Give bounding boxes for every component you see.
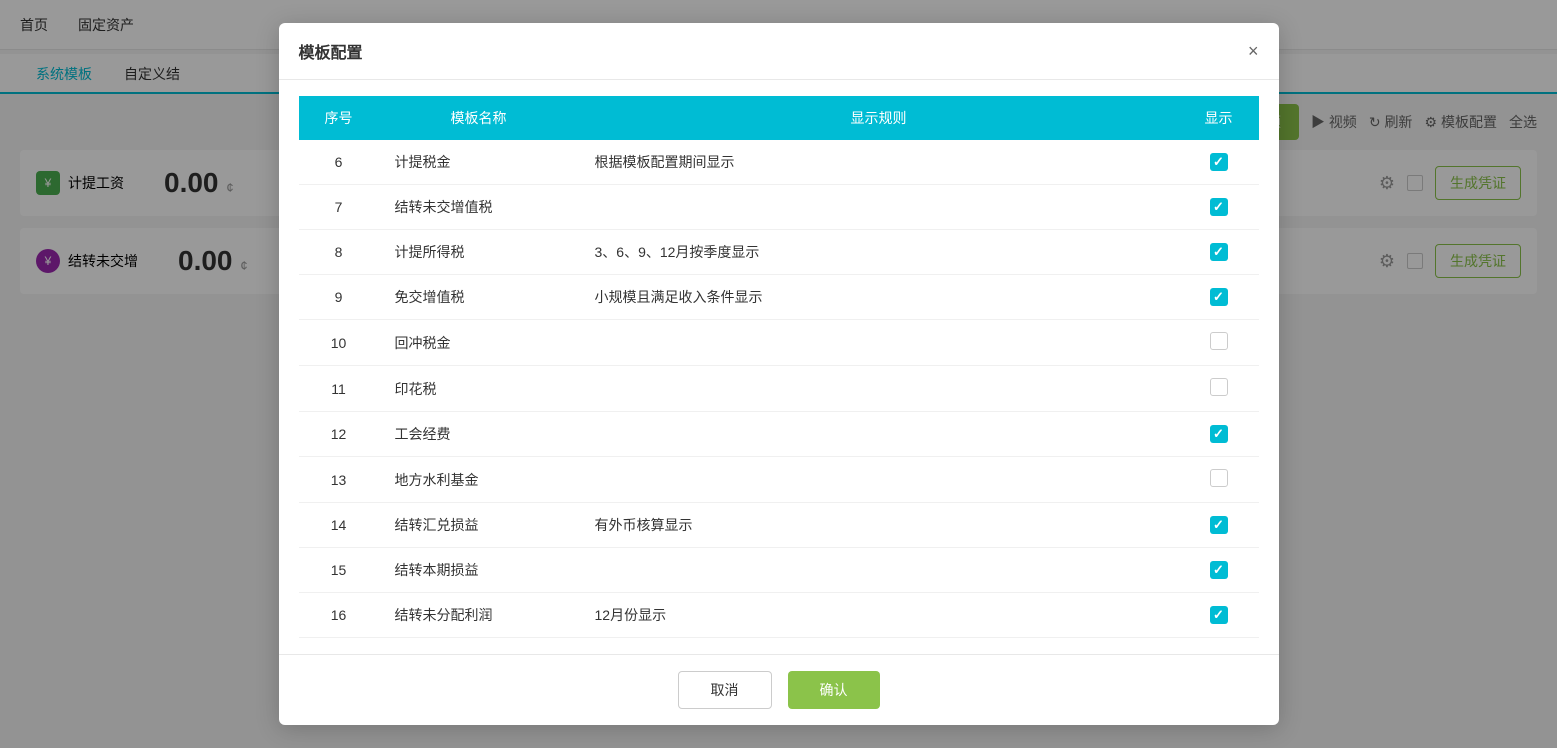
cell-name-3: 免交增值税	[379, 275, 579, 320]
checkbox-4[interactable]	[1210, 332, 1228, 350]
checkbox-6[interactable]	[1210, 425, 1228, 443]
table-row: 12工会经费	[299, 412, 1259, 457]
cell-rule-1	[579, 185, 1179, 230]
col-header-show: 显示	[1179, 96, 1259, 140]
table-row: 7结转未交增值税	[299, 185, 1259, 230]
cell-name-6: 工会经费	[379, 412, 579, 457]
table-row: 9免交增值税小规模且满足收入条件显示	[299, 275, 1259, 320]
table-row: 16结转未分配利润12月份显示	[299, 593, 1259, 638]
checkbox-10[interactable]	[1210, 606, 1228, 624]
table-row: 13地方水利基金	[299, 457, 1259, 503]
cancel-button[interactable]: 取消	[678, 671, 772, 709]
confirm-button[interactable]: 确认	[788, 671, 880, 709]
cell-check-7	[1179, 457, 1259, 503]
cell-rule-0: 根据模板配置期间显示	[579, 140, 1179, 185]
col-header-rule: 显示规则	[579, 96, 1179, 140]
cell-rule-5	[579, 366, 1179, 412]
cell-seq-1: 7	[299, 185, 379, 230]
cell-rule-2: 3、6、9、12月按季度显示	[579, 230, 1179, 275]
cell-seq-4: 10	[299, 320, 379, 366]
cell-name-5: 印花税	[379, 366, 579, 412]
cell-seq-10: 16	[299, 593, 379, 638]
col-header-name: 模板名称	[379, 96, 579, 140]
table-row: 11印花税	[299, 366, 1259, 412]
checkbox-2[interactable]	[1210, 243, 1228, 261]
cell-rule-6	[579, 412, 1179, 457]
cell-check-10	[1179, 593, 1259, 638]
cell-check-6	[1179, 412, 1259, 457]
cell-seq-0: 6	[299, 140, 379, 185]
table-row: 8计提所得税3、6、9、12月按季度显示	[299, 230, 1259, 275]
checkbox-3[interactable]	[1210, 288, 1228, 306]
cell-seq-3: 9	[299, 275, 379, 320]
modal-overlay: 模板配置 × 序号 模板名称 显示规则 显示 6计提税金根据模板配置期间显示7结…	[0, 0, 1557, 748]
config-table: 序号 模板名称 显示规则 显示 6计提税金根据模板配置期间显示7结转未交增值税8…	[299, 96, 1259, 638]
cell-rule-4	[579, 320, 1179, 366]
modal-header: 模板配置 ×	[279, 23, 1279, 80]
cell-check-8	[1179, 503, 1259, 548]
cell-rule-7	[579, 457, 1179, 503]
checkbox-7[interactable]	[1210, 469, 1228, 487]
cell-rule-10: 12月份显示	[579, 593, 1179, 638]
cell-rule-9	[579, 548, 1179, 593]
cell-check-3	[1179, 275, 1259, 320]
cell-name-2: 计提所得税	[379, 230, 579, 275]
cell-seq-9: 15	[299, 548, 379, 593]
col-header-seq: 序号	[299, 96, 379, 140]
cell-name-10: 结转未分配利润	[379, 593, 579, 638]
cell-name-0: 计提税金	[379, 140, 579, 185]
cell-seq-7: 13	[299, 457, 379, 503]
cell-rule-3: 小规模且满足收入条件显示	[579, 275, 1179, 320]
modal-footer: 取消 确认	[279, 654, 1279, 725]
cell-seq-6: 12	[299, 412, 379, 457]
modal-template-config: 模板配置 × 序号 模板名称 显示规则 显示 6计提税金根据模板配置期间显示7结…	[279, 23, 1279, 725]
cell-check-4	[1179, 320, 1259, 366]
cell-check-0	[1179, 140, 1259, 185]
checkbox-5[interactable]	[1210, 378, 1228, 396]
table-row: 6计提税金根据模板配置期间显示	[299, 140, 1259, 185]
modal-body: 序号 模板名称 显示规则 显示 6计提税金根据模板配置期间显示7结转未交增值税8…	[279, 80, 1279, 654]
checkbox-0[interactable]	[1210, 153, 1228, 171]
checkbox-9[interactable]	[1210, 561, 1228, 579]
cell-name-8: 结转汇兑损益	[379, 503, 579, 548]
cell-name-7: 地方水利基金	[379, 457, 579, 503]
table-row: 10回冲税金	[299, 320, 1259, 366]
cell-check-2	[1179, 230, 1259, 275]
cell-rule-8: 有外币核算显示	[579, 503, 1179, 548]
cell-check-5	[1179, 366, 1259, 412]
modal-title: 模板配置	[299, 39, 363, 63]
cell-seq-5: 11	[299, 366, 379, 412]
modal-close-button[interactable]: ×	[1248, 41, 1259, 62]
cell-name-9: 结转本期损益	[379, 548, 579, 593]
cell-seq-2: 8	[299, 230, 379, 275]
cell-check-1	[1179, 185, 1259, 230]
cell-name-4: 回冲税金	[379, 320, 579, 366]
cell-seq-8: 14	[299, 503, 379, 548]
cell-check-9	[1179, 548, 1259, 593]
table-row: 14结转汇兑损益有外币核算显示	[299, 503, 1259, 548]
checkbox-1[interactable]	[1210, 198, 1228, 216]
table-row: 15结转本期损益	[299, 548, 1259, 593]
cell-name-1: 结转未交增值税	[379, 185, 579, 230]
checkbox-8[interactable]	[1210, 516, 1228, 534]
